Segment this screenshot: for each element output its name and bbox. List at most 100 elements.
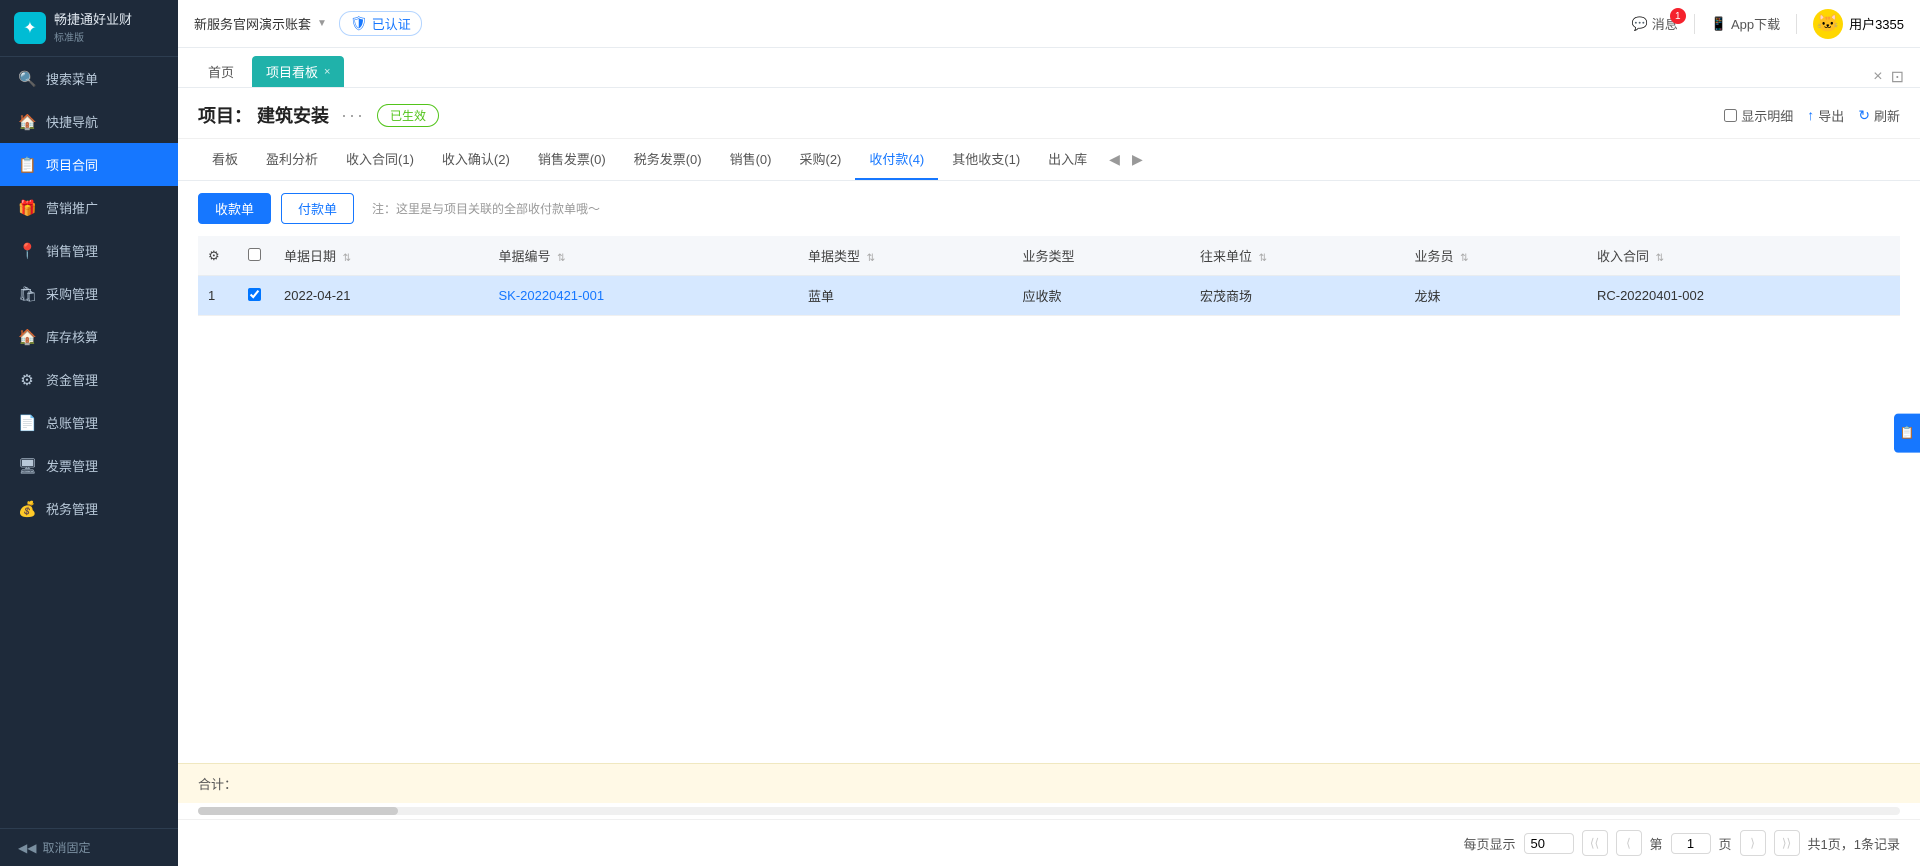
chevron-down-icon: ▼ (317, 18, 327, 29)
sub-tab-purchase[interactable]: 采购(2) (785, 139, 855, 180)
sidebar-item-quick-nav[interactable]: 🏠 快捷导航 (0, 100, 178, 143)
cell-type: 蓝单 (798, 276, 1013, 316)
pagination: 每页显示 20 50 100 ⟨⟨ ⟨ 第 页 ⟩ ⟩⟩ 共1页，1条记录 (178, 819, 1920, 866)
sidebar-item-label: 快捷导航 (46, 112, 98, 131)
page-size-select[interactable]: 20 50 100 (1524, 833, 1574, 854)
prev-page-button[interactable]: ⟨ (1616, 830, 1642, 856)
project-more-button[interactable]: ··· (341, 105, 365, 126)
sidebar-item-label: 税务管理 (46, 499, 98, 518)
messages-button[interactable]: 💬 消息 1 (1632, 14, 1678, 33)
sub-tab-tax-invoice[interactable]: 税务发票(0) (620, 139, 716, 180)
th-salesman[interactable]: 业务员 ⇅ (1404, 236, 1586, 276)
cell-index: 1 (198, 276, 238, 316)
sidebar-item-label: 发票管理 (46, 456, 98, 475)
tab-home[interactable]: 首页 (194, 56, 248, 87)
th-settings[interactable]: ⚙ (198, 236, 238, 276)
sub-tabs-prev-button[interactable]: ◀ (1105, 147, 1124, 172)
tab-project-board-label: 项目看板 (266, 62, 318, 81)
inventory-icon: 🏠 (18, 328, 36, 346)
payment-tab-button[interactable]: 付款单 (281, 193, 354, 224)
next-page-button[interactable]: ⟩ (1740, 830, 1766, 856)
project-status-badge: 已生效 (377, 104, 439, 127)
tab-project-board[interactable]: 项目看板 × (252, 56, 344, 87)
gift-icon: 🎁 (18, 199, 36, 217)
cell-check[interactable] (238, 276, 274, 316)
export-button[interactable]: ↑ 导出 (1807, 106, 1844, 125)
sidebar-logo: ✦ 畅捷通好业财 标准版 (0, 0, 178, 57)
app-download-button[interactable]: 📱 App下载 (1711, 14, 1780, 33)
table-row[interactable]: 1 2022-04-21 SK-20220421-001 蓝单 应收款 宏茂商场… (198, 276, 1900, 316)
workspace-name: 新服务官网演示账套 (194, 14, 311, 33)
unpin-label: 取消固定 (42, 839, 90, 856)
page-label-2: 页 (1719, 834, 1732, 853)
user-label: 用户3355 (1849, 14, 1904, 33)
home-icon: 🏠 (18, 113, 36, 131)
sidebar-item-sales[interactable]: 📍 销售管理 (0, 229, 178, 272)
sidebar-item-inventory[interactable]: 🏠 库存核算 (0, 315, 178, 358)
right-float-tab[interactable]: 📋 (1894, 414, 1920, 453)
sidebar-item-finance[interactable]: ⚙ 资金管理 (0, 358, 178, 401)
table-footer: 合计： (178, 763, 1920, 803)
sub-tab-other-expense[interactable]: 其他收支(1) (938, 139, 1034, 180)
workspace-selector[interactable]: 新服务官网演示账套 ▼ (194, 14, 327, 33)
sort-type-icon: ⇅ (867, 253, 875, 264)
page-number-input[interactable] (1671, 833, 1711, 854)
page-size-label: 每页显示 (1463, 834, 1515, 853)
ledger-icon: 📄 (18, 414, 36, 432)
sub-tabs-next-button[interactable]: ▶ (1128, 147, 1147, 172)
sidebar-item-tax[interactable]: 💰 税务管理 (0, 487, 178, 530)
sidebar-item-purchase[interactable]: 🛍 采购管理 (0, 272, 178, 315)
sub-tab-kanban[interactable]: 看板 (198, 139, 252, 180)
sidebar-item-search[interactable]: 🔍 搜索菜单 (0, 57, 178, 100)
sub-tab-profit[interactable]: 盈利分析 (252, 139, 332, 180)
avatar: 🐱 (1813, 9, 1843, 39)
content-area: 项目： 建筑安装 ··· 已生效 显示明细 ↑ 导出 ↻ 刷新 (178, 88, 1920, 866)
sidebar-unpin[interactable]: ◀◀ 取消固定 (0, 828, 178, 866)
user-menu[interactable]: 🐱 用户3355 (1813, 9, 1904, 39)
sub-tab-inout[interactable]: 出入库 (1034, 139, 1101, 180)
show-detail-checkbox[interactable] (1724, 109, 1737, 122)
sub-tab-income-confirm[interactable]: 收入确认(2) (428, 139, 524, 180)
sidebar-item-ledger[interactable]: 📄 总账管理 (0, 401, 178, 444)
refresh-button[interactable]: ↻ 刷新 (1858, 106, 1900, 125)
th-number[interactable]: 单据编号 ⇅ (489, 236, 798, 276)
first-page-button[interactable]: ⟨⟨ (1582, 830, 1608, 856)
show-detail-label: 显示明细 (1741, 106, 1793, 125)
sub-tab-receipt[interactable]: 收付款(4) (855, 139, 938, 180)
receipt-payment-toggle: 收款单 付款单 注：这里是与项目关联的全部收付款单哦～ (178, 181, 1920, 236)
window-controls: × ⊡ (1873, 67, 1904, 87)
th-income-contract[interactable]: 收入合同 ⇅ (1587, 236, 1900, 276)
sub-tab-income-contract[interactable]: 收入合同(1) (332, 139, 428, 180)
sidebar-item-label: 总账管理 (46, 413, 98, 432)
select-all-checkbox[interactable] (248, 248, 261, 261)
sub-tab-sales[interactable]: 销售(0) (716, 139, 786, 180)
show-detail-toggle[interactable]: 显示明细 (1724, 106, 1793, 125)
tab-close-icon[interactable]: × (324, 66, 330, 78)
messages-badge: 1 (1670, 8, 1686, 24)
th-type[interactable]: 单据类型 ⇅ (798, 236, 1013, 276)
project-header: 项目： 建筑安装 ··· 已生效 显示明细 ↑ 导出 ↻ 刷新 (178, 88, 1920, 139)
sub-tab-sales-invoice[interactable]: 销售发票(0) (524, 139, 620, 180)
tabs-bar: 首页 项目看板 × × ⊡ (178, 48, 1920, 88)
export-icon: ↑ (1807, 107, 1814, 123)
expand-window-button[interactable]: ⊡ (1891, 67, 1904, 87)
sidebar-item-label: 资金管理 (46, 370, 98, 389)
horizontal-scrollbar[interactable] (178, 803, 1920, 819)
sidebar-item-project-contract[interactable]: 📋 项目合同 (0, 143, 178, 186)
refresh-icon: ↻ (1858, 107, 1870, 124)
th-partner[interactable]: 往来单位 ⇅ (1190, 236, 1405, 276)
scrollbar-thumb[interactable] (198, 807, 398, 815)
sidebar-item-marketing[interactable]: 🎁 营销推广 (0, 186, 178, 229)
cell-number[interactable]: SK-20220421-001 (489, 276, 798, 316)
sort-salesman-icon: ⇅ (1460, 253, 1468, 264)
tab-home-label: 首页 (208, 62, 234, 81)
cell-date: 2022-04-21 (274, 276, 489, 316)
sidebar-item-label: 项目合同 (46, 155, 98, 174)
app-edition: 标准版 (54, 29, 132, 44)
last-page-button[interactable]: ⟩⟩ (1774, 830, 1800, 856)
cell-income-contract: RC-20220401-002 (1587, 276, 1900, 316)
th-date[interactable]: 单据日期 ⇅ (274, 236, 489, 276)
sidebar-item-invoice[interactable]: 🖥 发票管理 (0, 444, 178, 487)
close-window-button[interactable]: × (1873, 68, 1882, 86)
receipt-tab-button[interactable]: 收款单 (198, 193, 271, 224)
